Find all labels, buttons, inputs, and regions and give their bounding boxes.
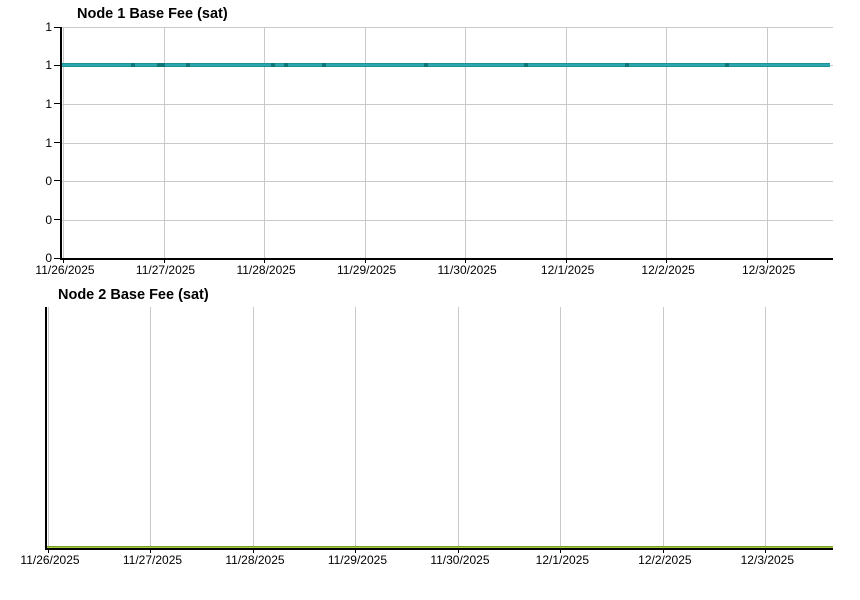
data-point-marker (625, 63, 629, 67)
x-tick-label: 12/3/2025 (741, 554, 794, 567)
data-point-marker (161, 63, 165, 67)
x-tick-mark (566, 258, 567, 263)
y-tick-mark (54, 65, 62, 66)
v-gridline (63, 27, 64, 258)
h-gridline (62, 104, 833, 105)
x-tick-mark (458, 548, 459, 553)
x-tick-label: 11/28/2025 (225, 554, 284, 567)
x-tick-label: 12/2/2025 (638, 554, 691, 567)
node1-base-fee-line (62, 63, 830, 67)
x-tick-label: 11/29/2025 (328, 554, 387, 567)
v-gridline (560, 307, 561, 548)
data-point-marker (524, 63, 528, 67)
v-gridline (355, 307, 356, 548)
h-gridline (62, 258, 833, 259)
y-tick-mark (54, 219, 62, 220)
y-tick-mark (54, 142, 62, 143)
x-tick-label: 11/27/2025 (136, 264, 195, 277)
v-gridline (458, 307, 459, 548)
x-tick-mark (663, 548, 664, 553)
x-axis-line (45, 548, 833, 550)
x-tick-mark (264, 258, 265, 263)
y-tick-label: 1 (8, 21, 52, 33)
x-tick-mark (666, 258, 667, 263)
x-tick-mark (253, 548, 254, 553)
x-tick-mark (560, 548, 561, 553)
x-tick-mark (355, 548, 356, 553)
data-point-marker (284, 63, 288, 67)
data-point-marker (157, 63, 161, 67)
h-gridline (62, 27, 833, 28)
plot-area: 111100011/26/202511/27/202511/28/202511/… (62, 27, 833, 258)
x-tick-mark (164, 258, 165, 263)
x-tick-mark (365, 258, 366, 263)
v-gridline (48, 307, 49, 548)
data-point-marker (131, 63, 135, 67)
x-tick-label: 11/27/2025 (123, 554, 182, 567)
y-axis-line (45, 307, 47, 548)
plot-area: 11/26/202511/27/202511/28/202511/29/2025… (47, 307, 833, 548)
y-tick-label: 1 (8, 59, 52, 71)
x-tick-label: 11/30/2025 (437, 264, 496, 277)
chart-title: Node 1 Base Fee (sat) (77, 6, 228, 22)
v-gridline (253, 307, 254, 548)
node1-base-fee-chart: Node 1 Base Fee (sat) 111100011/26/20251… (0, 0, 860, 600)
data-point-marker (424, 63, 428, 67)
x-tick-label: 12/1/2025 (541, 264, 594, 277)
data-point-marker (186, 63, 190, 67)
y-tick-mark (54, 180, 62, 181)
x-axis-line (60, 258, 833, 260)
v-gridline (365, 27, 366, 258)
x-tick-label: 12/1/2025 (536, 554, 589, 567)
x-tick-mark (767, 258, 768, 263)
v-gridline (264, 27, 265, 258)
v-gridline (150, 307, 151, 548)
x-tick-mark (48, 548, 49, 553)
x-tick-mark (150, 548, 151, 553)
y-tick-mark (54, 258, 62, 259)
y-tick-label: 0 (8, 175, 52, 187)
v-gridline (767, 27, 768, 258)
chart-title: Node 2 Base Fee (sat) (58, 287, 209, 303)
x-tick-label: 11/28/2025 (236, 264, 295, 277)
h-gridline (62, 220, 833, 221)
data-point-marker (322, 63, 326, 67)
y-tick-label: 0 (8, 252, 52, 264)
v-gridline (164, 27, 165, 258)
node2-base-fee-line (47, 546, 833, 550)
v-gridline (566, 27, 567, 258)
y-tick-mark (54, 103, 62, 104)
v-gridline (465, 27, 466, 258)
h-gridline (62, 143, 833, 144)
y-tick-mark (54, 27, 62, 28)
y-axis-line (60, 27, 62, 258)
data-point-marker (271, 63, 275, 67)
h-gridline (62, 181, 833, 182)
v-gridline (663, 307, 664, 548)
data-point-marker (725, 63, 729, 67)
x-tick-label: 11/26/2025 (35, 264, 94, 277)
x-tick-mark (63, 258, 64, 263)
x-tick-label: 11/29/2025 (337, 264, 396, 277)
x-tick-label: 11/30/2025 (430, 554, 489, 567)
y-tick-label: 0 (8, 214, 52, 226)
h-gridline (62, 65, 833, 66)
x-tick-mark (465, 258, 466, 263)
x-tick-label: 12/3/2025 (742, 264, 795, 277)
v-gridline (666, 27, 667, 258)
x-tick-label: 12/2/2025 (641, 264, 694, 277)
x-tick-mark (765, 548, 766, 553)
node2-base-fee-chart: Node 2 Base Fee (sat) 11/26/202511/27/20… (0, 0, 860, 600)
v-gridline (765, 307, 766, 548)
y-tick-label: 1 (8, 137, 52, 149)
x-tick-label: 11/26/2025 (20, 554, 79, 567)
y-tick-label: 1 (8, 98, 52, 110)
